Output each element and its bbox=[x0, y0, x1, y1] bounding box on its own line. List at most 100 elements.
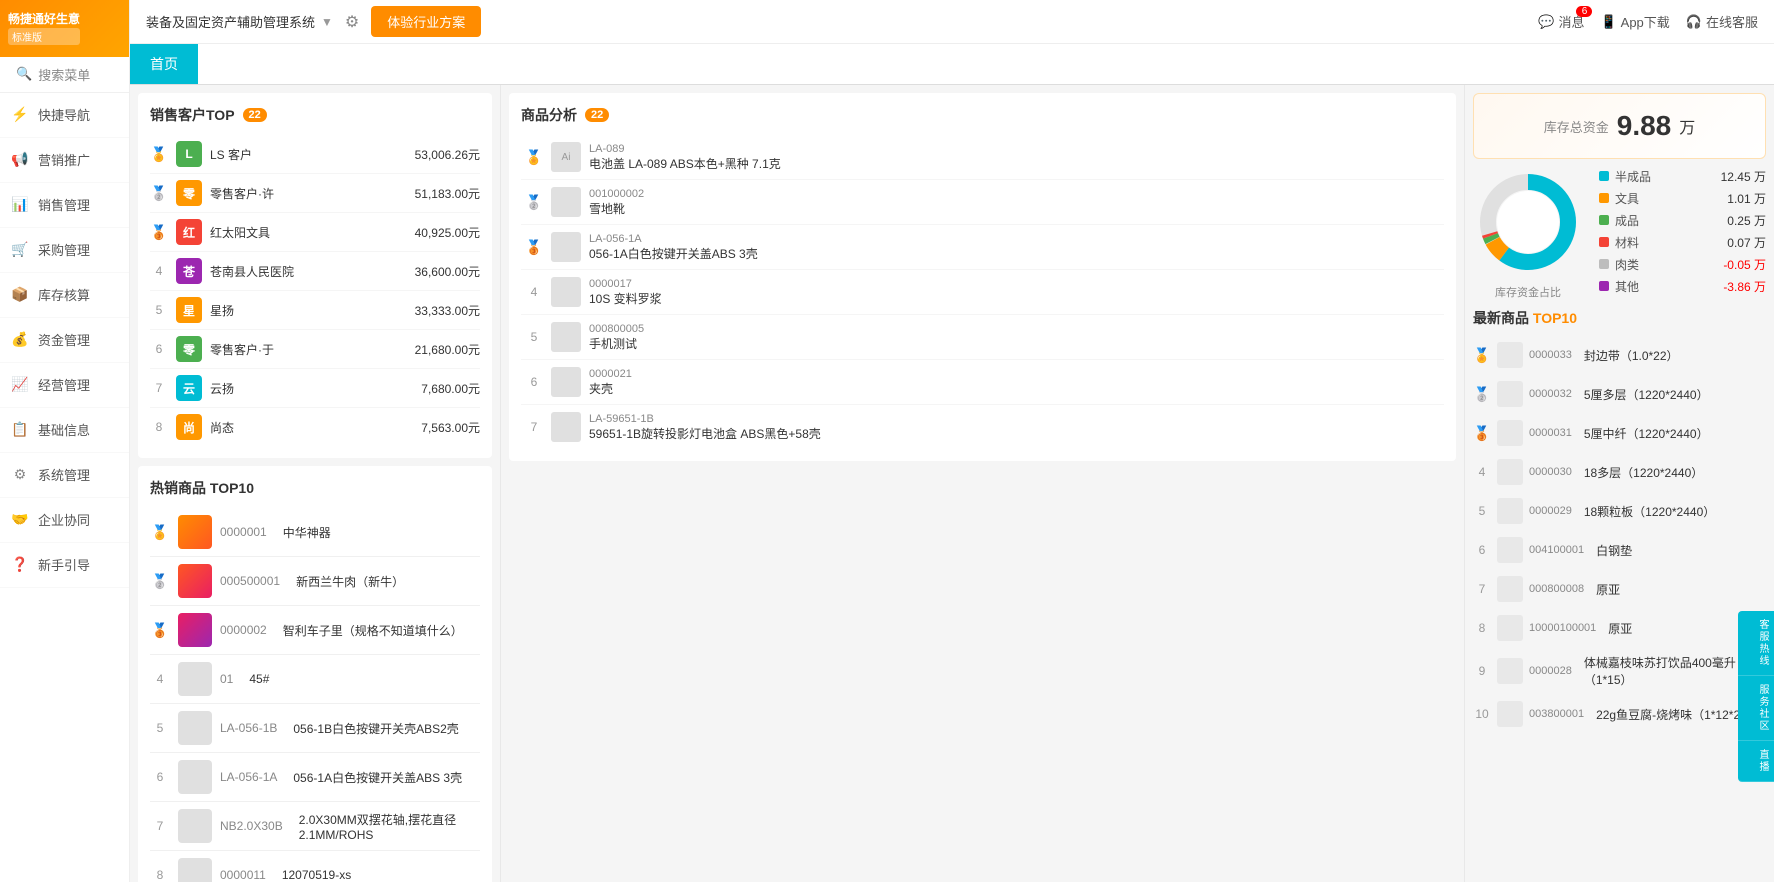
hot-item: 8 0000011 12070519-xs bbox=[150, 851, 480, 882]
top10-label: TOP10 bbox=[1533, 310, 1577, 326]
hot-item: 4 01 45# bbox=[150, 655, 480, 704]
customer-name: 尚态 bbox=[210, 419, 413, 436]
product-code: 01 bbox=[220, 672, 233, 686]
online-service-button[interactable]: 🎧 在线客服 bbox=[1686, 12, 1758, 31]
legend-label: 肉类 bbox=[1615, 256, 1717, 273]
sidebar-item-guide[interactable]: ❓ 新手引导 bbox=[0, 543, 129, 588]
sidebar-item-sales[interactable]: 📊 销售管理 bbox=[0, 183, 129, 228]
product-image bbox=[1497, 658, 1523, 684]
list-item: 🏅 L LS 客户 53,006.26元 bbox=[150, 135, 480, 174]
right-item: 8 10000100001 原亚 bbox=[1473, 609, 1766, 648]
rank-number: 7 bbox=[150, 819, 170, 833]
sidebar: 畅捷通好生意 标准版 🔍 搜索菜单 ⚡ 快捷导航 📢 营销推广 📊 销售管理 🛒… bbox=[0, 0, 130, 882]
legend-value: 0.25 万 bbox=[1727, 212, 1766, 229]
sidebar-item-marketing[interactable]: 📢 营销推广 bbox=[0, 138, 129, 183]
product-name: 18颗粒板（1220*2440） bbox=[1584, 503, 1715, 520]
legend-item: 半成品 12.45 万 bbox=[1599, 168, 1766, 185]
online-service-label: 在线客服 bbox=[1706, 12, 1758, 31]
message-button[interactable]: 💬 消息 6 bbox=[1538, 12, 1584, 31]
product-item: 🥈 001000002 雪地靴 bbox=[521, 180, 1444, 225]
product-code: 0000001 bbox=[220, 525, 267, 539]
product-name: 原亚 bbox=[1596, 581, 1620, 598]
sidebar-item-system[interactable]: ⚙ 系统管理 bbox=[0, 453, 129, 498]
sidebar-item-base-info[interactable]: 📋 基础信息 bbox=[0, 408, 129, 453]
customer-name: 苍南县人民医院 bbox=[210, 263, 407, 280]
sidebar-item-label: 基础信息 bbox=[38, 420, 90, 439]
customer-value: 53,006.26元 bbox=[415, 146, 480, 163]
rank-number: 8 bbox=[150, 868, 170, 882]
legend-item: 肉类 -0.05 万 bbox=[1599, 256, 1766, 273]
app-download-button[interactable]: 📱 App下载 bbox=[1600, 12, 1669, 31]
product-name: 白钢垫 bbox=[1596, 542, 1632, 559]
list-item: 🥉 红 红太阳文具 40,925.00元 bbox=[150, 213, 480, 252]
legend-value: -3.86 万 bbox=[1723, 278, 1766, 295]
legend-item: 其他 -3.86 万 bbox=[1599, 278, 1766, 295]
product-image bbox=[1497, 459, 1523, 485]
medal-icon: 🥈 bbox=[1473, 386, 1491, 403]
search-menu-item[interactable]: 🔍 搜索菜单 bbox=[0, 57, 129, 93]
sidebar-item-enterprise[interactable]: 🤝 企业协同 bbox=[0, 498, 129, 543]
legend-value: 0.07 万 bbox=[1727, 234, 1766, 251]
sidebar-item-operations[interactable]: 📈 经营管理 bbox=[0, 363, 129, 408]
right-item: 5 0000029 18颗粒板（1220*2440） bbox=[1473, 492, 1766, 531]
product-info: 0000017 10S 变料罗浆 bbox=[589, 278, 1440, 307]
operations-icon: 📈 bbox=[10, 375, 30, 395]
medal-icon: 🥈 bbox=[150, 185, 168, 202]
customer-service-button[interactable]: 客服热线 bbox=[1738, 611, 1774, 676]
trial-button[interactable]: 体验行业方案 bbox=[371, 6, 481, 37]
system-name: 装备及固定资产辅助管理系统 bbox=[146, 12, 315, 31]
medal-icon: 🥈 bbox=[150, 573, 170, 590]
product-name: 中华神器 bbox=[283, 524, 331, 541]
tab-home[interactable]: 首页 bbox=[130, 44, 198, 84]
right-item: 🏅 0000033 封边带（1.0*22） bbox=[1473, 336, 1766, 375]
system-icon: ⚙ bbox=[10, 465, 30, 485]
live-button[interactable]: 直播 bbox=[1738, 741, 1774, 782]
product-image bbox=[178, 858, 212, 882]
right-item: 10 003800001 22g鱼豆腐-烧烤味（1*12*20） bbox=[1473, 695, 1766, 733]
customer-count-badge: 22 bbox=[243, 108, 267, 122]
customer-top10-title: 销售客户TOP 22 bbox=[150, 105, 480, 125]
legend-value: 12.45 万 bbox=[1721, 168, 1766, 185]
rank-number: 6 bbox=[1473, 543, 1491, 557]
medal-icon: 🥉 bbox=[150, 224, 168, 241]
base-info-icon: 📋 bbox=[10, 420, 30, 440]
customer-top10-card: 销售客户TOP 22 🏅 L LS 客户 53,006.26元 🥈 零 零售客户… bbox=[138, 93, 492, 458]
product-item: 6 0000021 夹壳 bbox=[521, 360, 1444, 405]
list-item: 6 零 零售客户·于 21,680.00元 bbox=[150, 330, 480, 369]
gear-icon[interactable]: ⚙ bbox=[345, 12, 359, 32]
guide-icon: ❓ bbox=[10, 555, 30, 575]
product-image bbox=[1497, 498, 1523, 524]
product-image: Ai bbox=[551, 142, 581, 172]
right-item: 🥉 0000031 5厘中纤（1220*2440） bbox=[1473, 414, 1766, 453]
inventory-unit: 万 bbox=[1679, 114, 1695, 138]
inventory-chart: 库存资金占比 半成品 12.45 万 文具 1.01 万 bbox=[1473, 167, 1766, 300]
sidebar-item-quick-nav[interactable]: ⚡ 快捷导航 bbox=[0, 93, 129, 138]
list-item: 🥈 零 零售客户·许 51,183.00元 bbox=[150, 174, 480, 213]
hot-item: 6 LA-056-1A 056-1A白色按键开关盖ABS 3壳 bbox=[150, 753, 480, 802]
product-name: 智利车子里（规格不知道填什么） bbox=[283, 622, 463, 639]
sidebar-item-purchase[interactable]: 🛒 采购管理 bbox=[0, 228, 129, 273]
legend-dot bbox=[1599, 237, 1609, 247]
sidebar-header: 畅捷通好生意 标准版 bbox=[0, 0, 129, 57]
legend-label: 其他 bbox=[1615, 278, 1717, 295]
sidebar-nav: ⚡ 快捷导航 📢 营销推广 📊 销售管理 🛒 采购管理 📦 库存核算 💰 资金管… bbox=[0, 93, 129, 882]
list-item: 8 尚 尚态 7,563.00元 bbox=[150, 408, 480, 446]
system-selector[interactable]: 装备及固定资产辅助管理系统 ▼ bbox=[146, 12, 333, 31]
medal-icon: 🏅 bbox=[150, 146, 168, 163]
customer-value: 36,600.00元 bbox=[415, 263, 480, 280]
new-products-title: 最新商品 TOP10 bbox=[1473, 308, 1766, 328]
customer-value: 33,333.00元 bbox=[415, 302, 480, 319]
sales-icon: 📊 bbox=[10, 195, 30, 215]
right-item: 7 000800008 原亚 bbox=[1473, 570, 1766, 609]
legend-dot bbox=[1599, 193, 1609, 203]
customer-name: 星扬 bbox=[210, 302, 407, 319]
legend-value: 1.01 万 bbox=[1727, 190, 1766, 207]
avatar: L bbox=[176, 141, 202, 167]
sidebar-item-label: 库存核算 bbox=[38, 285, 90, 304]
product-name: 18多层（1220*2440） bbox=[1584, 464, 1703, 481]
community-button[interactable]: 服务社区 bbox=[1738, 676, 1774, 741]
product-column: 商品分析 22 🏅 Ai LA-089 电池盖 LA-089 ABS本色+黑种 … bbox=[500, 85, 1464, 882]
sidebar-item-finance[interactable]: 💰 资金管理 bbox=[0, 318, 129, 363]
sidebar-item-inventory[interactable]: 📦 库存核算 bbox=[0, 273, 129, 318]
legend-item: 成品 0.25 万 bbox=[1599, 212, 1766, 229]
